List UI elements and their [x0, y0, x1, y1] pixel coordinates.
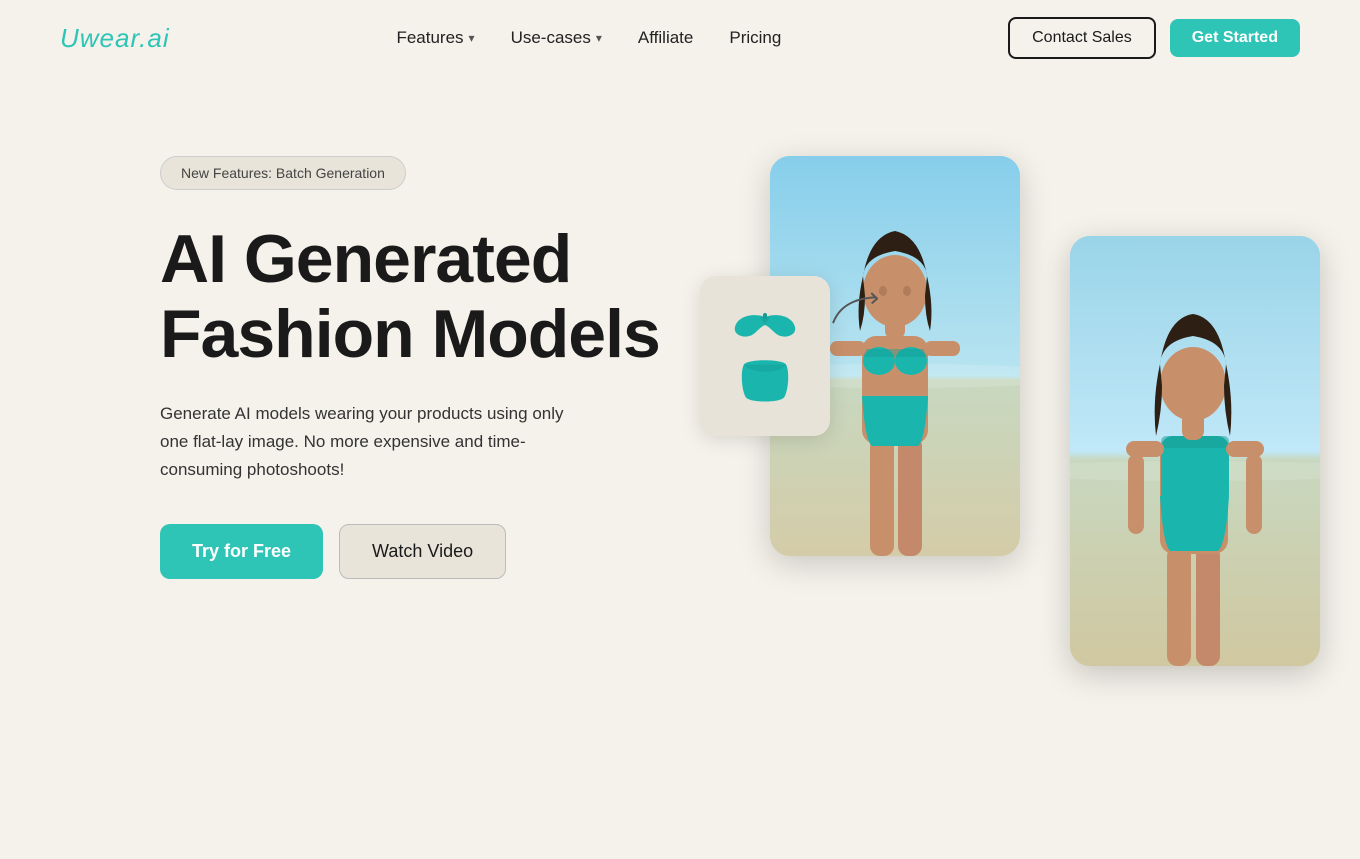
feature-badge: New Features: Batch Generation: [160, 156, 406, 190]
nav-pricing[interactable]: Pricing: [729, 28, 781, 48]
hero-buttons: Try for Free Watch Video: [160, 524, 680, 579]
hero-text: New Features: Batch Generation AI Genera…: [160, 136, 680, 579]
nav-links: Features ▾ Use-cases ▾ Affiliate Pricing: [396, 28, 781, 48]
bikini-bottom-icon: [735, 355, 795, 403]
nav-features[interactable]: Features ▾: [396, 28, 474, 48]
bikini-top-icon: [730, 309, 800, 347]
navigation: Uwear.ai Features ▾ Use-cases ▾ Affiliat…: [0, 0, 1360, 76]
hero-images: [760, 156, 1320, 716]
nav-actions: Contact Sales Get Started: [1008, 17, 1300, 59]
nav-use-cases[interactable]: Use-cases ▾: [511, 28, 602, 48]
hero-section: New Features: Batch Generation AI Genera…: [0, 76, 1360, 776]
hero-description: Generate AI models wearing your products…: [160, 400, 580, 484]
get-started-button[interactable]: Get Started: [1170, 19, 1300, 57]
watch-video-button[interactable]: Watch Video: [339, 524, 506, 579]
model-right-figure: [1070, 236, 1320, 666]
try-for-free-button[interactable]: Try for Free: [160, 524, 323, 579]
hero-title: AI Generated Fashion Models: [160, 222, 680, 372]
chevron-down-icon: ▾: [596, 31, 602, 45]
logo[interactable]: Uwear.ai: [60, 23, 170, 54]
contact-sales-button[interactable]: Contact Sales: [1008, 17, 1156, 59]
product-flatlay-card: [700, 276, 830, 436]
model-photo-right: [1070, 236, 1320, 666]
arrow-icon: [825, 282, 884, 347]
nav-affiliate[interactable]: Affiliate: [638, 28, 693, 48]
chevron-down-icon: ▾: [469, 31, 475, 45]
